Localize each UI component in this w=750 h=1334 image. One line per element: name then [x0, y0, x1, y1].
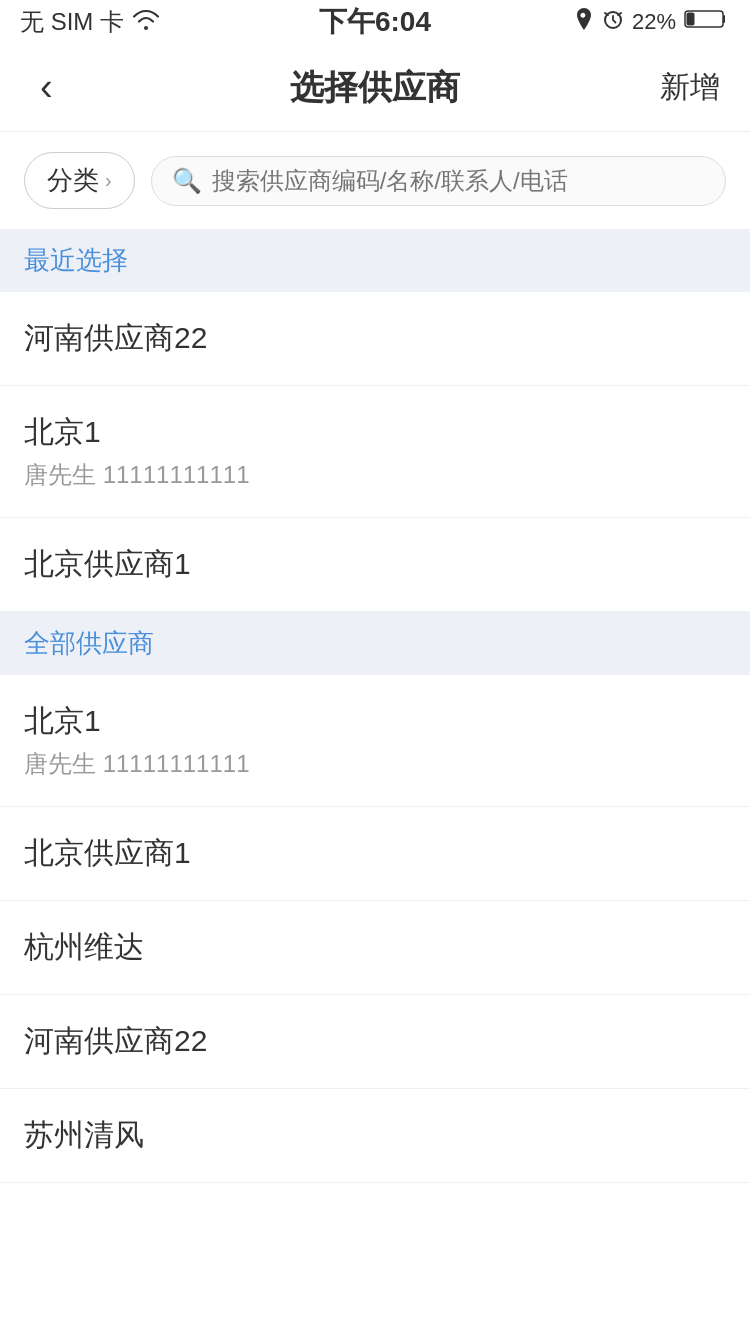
item-sub: 唐先生 11111111111 [24, 459, 726, 491]
item-name: 杭州维达 [24, 927, 726, 968]
search-icon: 🔍 [172, 167, 202, 195]
wifi-icon [132, 8, 160, 36]
page-title: 选择供应商 [290, 65, 460, 111]
status-left: 无 SIM 卡 [20, 6, 160, 38]
all-section-header: 全部供应商 [0, 612, 750, 675]
item-name: 北京供应商1 [24, 544, 726, 585]
new-action-button[interactable]: 新增 [660, 67, 720, 108]
status-right: 22% [574, 7, 730, 37]
item-name: 北京供应商1 [24, 833, 726, 874]
list-item[interactable]: 河南供应商22 [0, 995, 750, 1089]
location-icon [574, 7, 594, 37]
recent-section-header: 最近选择 [0, 229, 750, 292]
chevron-right-icon: › [105, 169, 112, 192]
list-item[interactable]: 北京供应商1 [0, 518, 750, 612]
battery-label: 22% [632, 9, 676, 35]
svg-rect-2 [687, 13, 695, 26]
list-item[interactable]: 北京供应商1 [0, 807, 750, 901]
item-name: 北京1 [24, 412, 726, 453]
search-box[interactable]: 🔍 [151, 156, 726, 206]
category-button[interactable]: 分类 › [24, 152, 135, 209]
filter-bar: 分类 › 🔍 [0, 132, 750, 229]
category-label: 分类 [47, 163, 99, 198]
list-item[interactable]: 北京1 唐先生 11111111111 [0, 675, 750, 807]
list-item[interactable]: 苏州清风 [0, 1089, 750, 1183]
alarm-icon [602, 8, 624, 36]
item-name: 北京1 [24, 701, 726, 742]
nav-bar: ‹ 选择供应商 新增 [0, 44, 750, 132]
battery-icon [684, 8, 730, 36]
list-item[interactable]: 河南供应商22 [0, 292, 750, 386]
item-name: 河南供应商22 [24, 1021, 726, 1062]
list-item[interactable]: 北京1 唐先生 11111111111 [0, 386, 750, 518]
status-time: 下午6:04 [319, 3, 431, 41]
item-sub: 唐先生 11111111111 [24, 748, 726, 780]
search-input[interactable] [212, 167, 705, 195]
carrier-label: 无 SIM 卡 [20, 6, 124, 38]
item-name: 河南供应商22 [24, 318, 726, 359]
status-bar: 无 SIM 卡 下午6:04 22% [0, 0, 750, 44]
list-item[interactable]: 杭州维达 [0, 901, 750, 995]
item-name: 苏州清风 [24, 1115, 726, 1156]
back-button[interactable]: ‹ [30, 56, 63, 119]
all-list: 北京1 唐先生 11111111111 北京供应商1 杭州维达 河南供应商22 苏… [0, 675, 750, 1183]
recent-list: 河南供应商22 北京1 唐先生 11111111111 北京供应商1 [0, 292, 750, 612]
